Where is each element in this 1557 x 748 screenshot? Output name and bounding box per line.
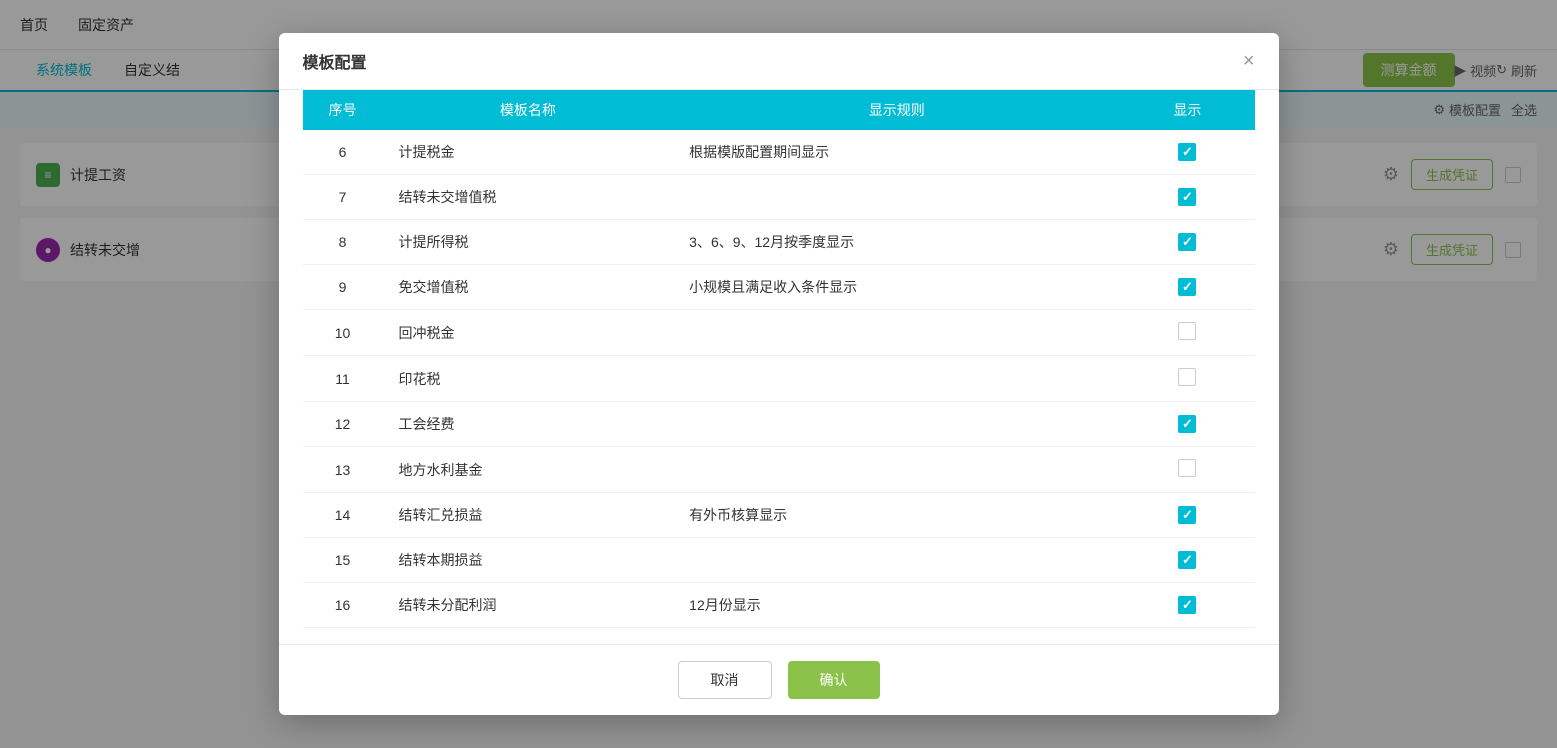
modal-template-config: 模板配置 × 序号 模板名称 显示规则 显示 6计提税金根据模版配置期间显示7结…	[279, 33, 1279, 715]
cell-name-9: 结转本期损益	[383, 538, 674, 583]
checkbox-unchecked-7[interactable]	[1178, 459, 1196, 477]
cell-rule-6	[673, 402, 1120, 447]
col-header-no: 序号	[303, 90, 383, 130]
col-header-name: 模板名称	[383, 90, 674, 130]
cell-rule-8: 有外币核算显示	[673, 493, 1120, 538]
modal-overlay: 模板配置 × 序号 模板名称 显示规则 显示 6计提税金根据模版配置期间显示7结…	[0, 0, 1557, 748]
col-header-rule: 显示规则	[673, 90, 1120, 130]
checkbox-checked-2[interactable]	[1178, 233, 1196, 251]
cancel-button[interactable]: 取消	[678, 661, 772, 699]
cell-check-3	[1120, 265, 1254, 310]
cell-no-8: 14	[303, 493, 383, 538]
cell-rule-10: 12月份显示	[673, 583, 1120, 628]
cell-rule-2: 3、6、9、12月按季度显示	[673, 220, 1120, 265]
cell-no-3: 9	[303, 265, 383, 310]
modal-footer: 取消 确认	[279, 644, 1279, 715]
checkbox-unchecked-4[interactable]	[1178, 322, 1196, 340]
checkbox-unchecked-5[interactable]	[1178, 368, 1196, 386]
modal-header: 模板配置 ×	[279, 33, 1279, 90]
table-row: 7结转未交增值税	[303, 175, 1255, 220]
cell-no-0: 6	[303, 130, 383, 175]
cell-name-7: 地方水利基金	[383, 447, 674, 493]
cell-check-7	[1120, 447, 1254, 493]
table-row: 11印花税	[303, 356, 1255, 402]
cell-check-5	[1120, 356, 1254, 402]
cell-rule-9	[673, 538, 1120, 583]
table-row: 14结转汇兑损益有外币核算显示	[303, 493, 1255, 538]
cell-rule-1	[673, 175, 1120, 220]
cell-name-6: 工会经费	[383, 402, 674, 447]
table-row: 12工会经费	[303, 402, 1255, 447]
cell-no-10: 16	[303, 583, 383, 628]
cell-rule-0: 根据模版配置期间显示	[673, 130, 1120, 175]
cell-check-4	[1120, 310, 1254, 356]
cell-name-4: 回冲税金	[383, 310, 674, 356]
checkbox-checked-9[interactable]	[1178, 551, 1196, 569]
table-row: 10回冲税金	[303, 310, 1255, 356]
checkbox-checked-6[interactable]	[1178, 415, 1196, 433]
checkbox-checked-1[interactable]	[1178, 188, 1196, 206]
cell-no-2: 8	[303, 220, 383, 265]
cell-name-0: 计提税金	[383, 130, 674, 175]
table-row: 8计提所得税3、6、9、12月按季度显示	[303, 220, 1255, 265]
cell-name-2: 计提所得税	[383, 220, 674, 265]
checkbox-checked-10[interactable]	[1178, 596, 1196, 614]
cell-name-8: 结转汇兑损益	[383, 493, 674, 538]
table-row: 16结转未分配利润12月份显示	[303, 583, 1255, 628]
modal-body: 序号 模板名称 显示规则 显示 6计提税金根据模版配置期间显示7结转未交增值税8…	[279, 90, 1279, 644]
cell-name-5: 印花税	[383, 356, 674, 402]
cell-name-3: 免交增值税	[383, 265, 674, 310]
checkbox-checked-0[interactable]	[1178, 143, 1196, 161]
cell-rule-5	[673, 356, 1120, 402]
table-row: 6计提税金根据模版配置期间显示	[303, 130, 1255, 175]
cell-check-6	[1120, 402, 1254, 447]
table-row: 13地方水利基金	[303, 447, 1255, 493]
confirm-button[interactable]: 确认	[788, 661, 880, 699]
cell-no-4: 10	[303, 310, 383, 356]
cell-name-10: 结转未分配利润	[383, 583, 674, 628]
cell-check-2	[1120, 220, 1254, 265]
col-header-display: 显示	[1120, 90, 1254, 130]
cell-no-9: 15	[303, 538, 383, 583]
cell-name-1: 结转未交增值税	[383, 175, 674, 220]
checkbox-checked-3[interactable]	[1178, 278, 1196, 296]
cell-check-9	[1120, 538, 1254, 583]
modal-close-button[interactable]: ×	[1243, 51, 1255, 71]
cell-rule-7	[673, 447, 1120, 493]
cell-check-1	[1120, 175, 1254, 220]
table-row: 9免交增值税小规模且满足收入条件显示	[303, 265, 1255, 310]
table-row: 15结转本期损益	[303, 538, 1255, 583]
cell-rule-3: 小规模且满足收入条件显示	[673, 265, 1120, 310]
modal-title: 模板配置	[303, 49, 367, 73]
config-table: 序号 模板名称 显示规则 显示 6计提税金根据模版配置期间显示7结转未交增值税8…	[303, 90, 1255, 628]
cell-no-1: 7	[303, 175, 383, 220]
cell-no-7: 13	[303, 447, 383, 493]
cell-check-0	[1120, 130, 1254, 175]
checkbox-checked-8[interactable]	[1178, 506, 1196, 524]
cell-check-8	[1120, 493, 1254, 538]
cell-check-10	[1120, 583, 1254, 628]
cell-no-5: 11	[303, 356, 383, 402]
cell-no-6: 12	[303, 402, 383, 447]
cell-rule-4	[673, 310, 1120, 356]
